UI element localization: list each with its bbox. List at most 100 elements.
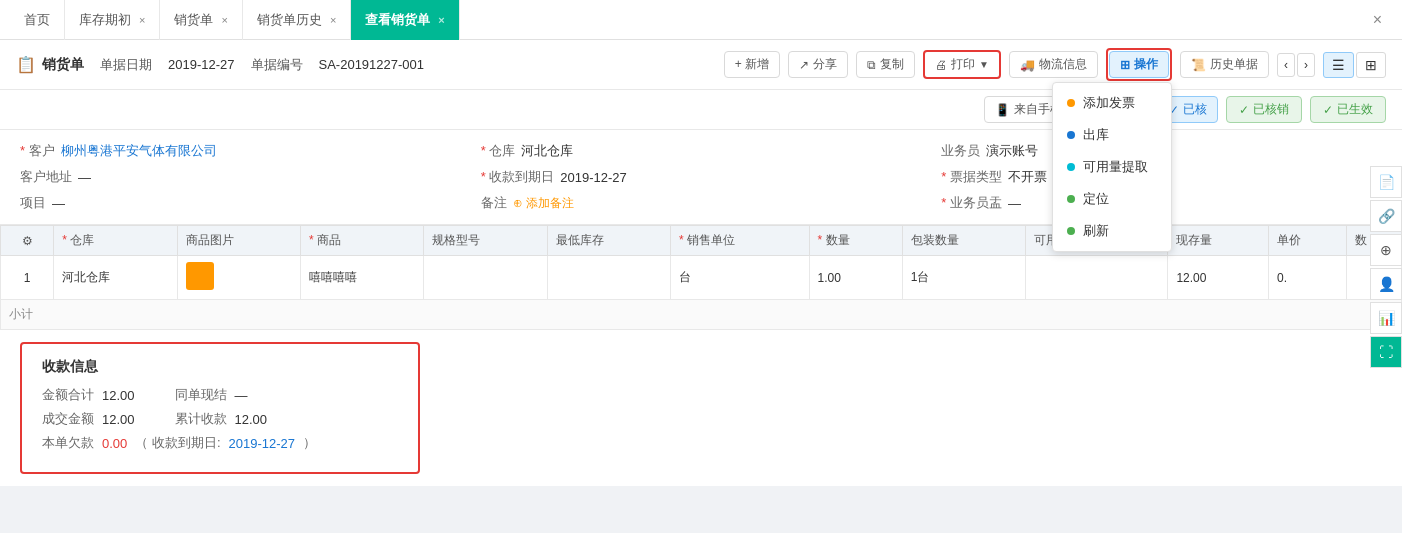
print-button[interactable]: 🖨 打印 ▼ — [923, 50, 1001, 79]
payment-date-label: 收款到期日 — [481, 168, 555, 186]
new-button[interactable]: + 新增 — [724, 51, 780, 78]
grid-icon: ⊞ — [1120, 58, 1130, 72]
settlement-value: — — [235, 388, 248, 403]
effective-status[interactable]: ✓ 已生效 — [1310, 96, 1386, 123]
customer-label: 客户 — [20, 142, 55, 160]
tab-sales-history-close[interactable]: × — [330, 14, 336, 26]
payment-date-row: 收款到期日 2019-12-27 — [481, 168, 922, 186]
operations-button[interactable]: ⊞ 操作 — [1109, 51, 1169, 78]
doc-number-label: 单据编号 — [251, 56, 303, 74]
add-invoice-item[interactable]: 添加发票 — [1053, 87, 1171, 119]
available-qty-item[interactable]: 可用量提取 — [1053, 151, 1171, 183]
doc-actions: + 新增 ↗ 分享 ⧉ 复制 🖨 打印 ▼ 🚚 物流信息 — [724, 48, 1386, 81]
cancelled-status[interactable]: ✓ 已核销 — [1226, 96, 1302, 123]
settlement-item: 同单现结 — — [175, 386, 248, 404]
operations-highlight-box: ⊞ 操作 — [1106, 48, 1172, 81]
sidebar-expand-icon[interactable]: ⛶ — [1370, 336, 1402, 368]
project-row: 项目 — — [20, 194, 461, 212]
doc-date-value: 2019-12-27 — [168, 57, 235, 72]
employee-value: 演示账号 — [986, 142, 1038, 160]
project-value: — — [52, 196, 65, 211]
outbound-item[interactable]: 出库 — [1053, 119, 1171, 151]
check-circle-icon: ✓ — [1239, 103, 1249, 117]
print-dropdown-arrow[interactable]: ▼ — [979, 59, 989, 70]
note-row: 备注 ⊕ 添加备注 — [481, 194, 922, 212]
customer-row: 客户 柳州粤港平安气体有限公司 — [20, 142, 461, 160]
row-available — [1026, 256, 1168, 300]
doc-meta: 单据日期 2019-12-27 单据编号 SA-20191227-001 — [100, 56, 424, 74]
tab-bar: 首页 库存期初 × 销货单 × 销货单历史 × 查看销货单 × × — [0, 0, 1402, 40]
customer-value[interactable]: 柳州粤港平安气体有限公司 — [61, 142, 217, 160]
share-icon: ↗ — [799, 58, 809, 72]
history-button[interactable]: 📜 历史单据 — [1180, 51, 1269, 78]
bottom-section: 收款信息 金额合计 12.00 同单现结 — 成交金额 12.00 累计收款 — [0, 330, 1402, 486]
sidebar-plus-icon[interactable]: ⊕ — [1370, 234, 1402, 266]
sidebar-chart-icon[interactable]: 📊 — [1370, 302, 1402, 334]
prev-arrow[interactable]: ‹ — [1277, 53, 1295, 77]
owed-item: 本单欠款 0.00 （ 收款到期日: 2019-12-27 ） — [42, 434, 316, 452]
locate-icon — [1067, 195, 1075, 203]
project-label: 项目 — [20, 194, 46, 212]
table-wrap: ⚙ * 仓库 商品图片 * 商品 规格型号 最低库存 * 销售单位 * 数量 包… — [0, 225, 1402, 330]
payment-row-1: 金额合计 12.00 同单现结 — — [42, 386, 398, 404]
invoice-value: 不开票 — [1008, 168, 1047, 186]
tab-inventory[interactable]: 库存期初 × — [65, 0, 160, 40]
history-icon: 📜 — [1191, 58, 1206, 72]
payment-row-3: 本单欠款 0.00 （ 收款到期日: 2019-12-27 ） — [42, 434, 398, 452]
refresh-icon — [1067, 227, 1075, 235]
row-min-stock — [547, 256, 670, 300]
list-view-toggle[interactable]: ☰ — [1323, 52, 1354, 78]
table-row: 1 河北仓库 嘻嘻嘻嘻 台 1.00 — [1, 256, 1402, 300]
outbound-icon — [1067, 131, 1075, 139]
row-unit: 台 — [671, 256, 810, 300]
tab-sales-close[interactable]: × — [221, 14, 227, 26]
sales-label: 业务员盂 — [941, 194, 1002, 212]
transaction-value: 12.00 — [102, 412, 135, 427]
product-table: ⚙ * 仓库 商品图片 * 商品 规格型号 最低库存 * 销售单位 * 数量 包… — [0, 225, 1402, 330]
tab-bar-close[interactable]: × — [1363, 11, 1392, 29]
plus-icon: ⊕ — [513, 196, 526, 210]
tab-sales[interactable]: 销货单 × — [160, 0, 242, 40]
logistics-button[interactable]: 🚚 物流信息 — [1009, 51, 1098, 78]
doc-date-label: 单据日期 — [100, 56, 152, 74]
warehouse-label: 仓库 — [481, 142, 516, 160]
main-content: 📋 销货单 单据日期 2019-12-27 单据编号 SA-20191227-0… — [0, 40, 1402, 486]
grid-view-toggle[interactable]: ⊞ — [1356, 52, 1386, 78]
tab-home[interactable]: 首页 — [10, 0, 65, 40]
address-row: 客户地址 — — [20, 168, 461, 186]
owed-value: 0.00 — [102, 436, 127, 451]
row-qty: 1.00 — [809, 256, 902, 300]
locate-item[interactable]: 定位 — [1053, 183, 1171, 215]
payment-date-value: 2019-12-27 — [560, 170, 627, 185]
doc-toolbar2: 📱 来自手机 ● 未开票 ✓ 已核 ✓ 已核销 ✓ 已生效 — [0, 90, 1402, 130]
sidebar-user-icon[interactable]: 👤 — [1370, 268, 1402, 300]
share-button[interactable]: ↗ 分享 — [788, 51, 848, 78]
transaction-label: 成交金额 — [42, 410, 94, 428]
tab-sales-history[interactable]: 销货单历史 × — [243, 0, 351, 40]
copy-icon: ⧉ — [867, 58, 876, 72]
employee-label: 业务员 — [941, 142, 980, 160]
col-min-stock: 最低库存 — [547, 226, 670, 256]
tab-view-sales-close[interactable]: × — [438, 14, 444, 26]
phone-icon: 📱 — [995, 103, 1010, 117]
tab-inventory-close[interactable]: × — [139, 14, 145, 26]
invoice-label: 票据类型 — [941, 168, 1002, 186]
payment-info: 收款信息 金额合计 12.00 同单现结 — 成交金额 12.00 累计收款 — [20, 342, 420, 474]
note-add-button[interactable]: ⊕ 添加备注 — [513, 195, 574, 212]
row-warehouse: 河北仓库 — [54, 256, 177, 300]
col-settings[interactable]: ⚙ — [1, 226, 54, 256]
due-date-value: 2019-12-27 — [229, 436, 296, 451]
col-warehouse: * 仓库 — [54, 226, 177, 256]
operations-dropdown: 添加发票 出库 可用量提取 定位 — [1052, 82, 1172, 252]
cumulative-item: 累计收款 12.00 — [175, 410, 268, 428]
doc-header: 📋 销货单 单据日期 2019-12-27 单据编号 SA-20191227-0… — [0, 40, 1402, 90]
next-arrow[interactable]: › — [1297, 53, 1315, 77]
tab-view-sales[interactable]: 查看销货单 × — [351, 0, 459, 40]
col-price: 单价 — [1269, 226, 1347, 256]
sidebar-doc-icon[interactable]: 📄 — [1370, 166, 1402, 198]
sidebar-link-icon[interactable]: 🔗 — [1370, 200, 1402, 232]
refresh-item[interactable]: 刷新 — [1053, 215, 1171, 247]
copy-button[interactable]: ⧉ 复制 — [856, 51, 915, 78]
row-img — [177, 256, 300, 300]
truck-icon: 🚚 — [1020, 58, 1035, 72]
